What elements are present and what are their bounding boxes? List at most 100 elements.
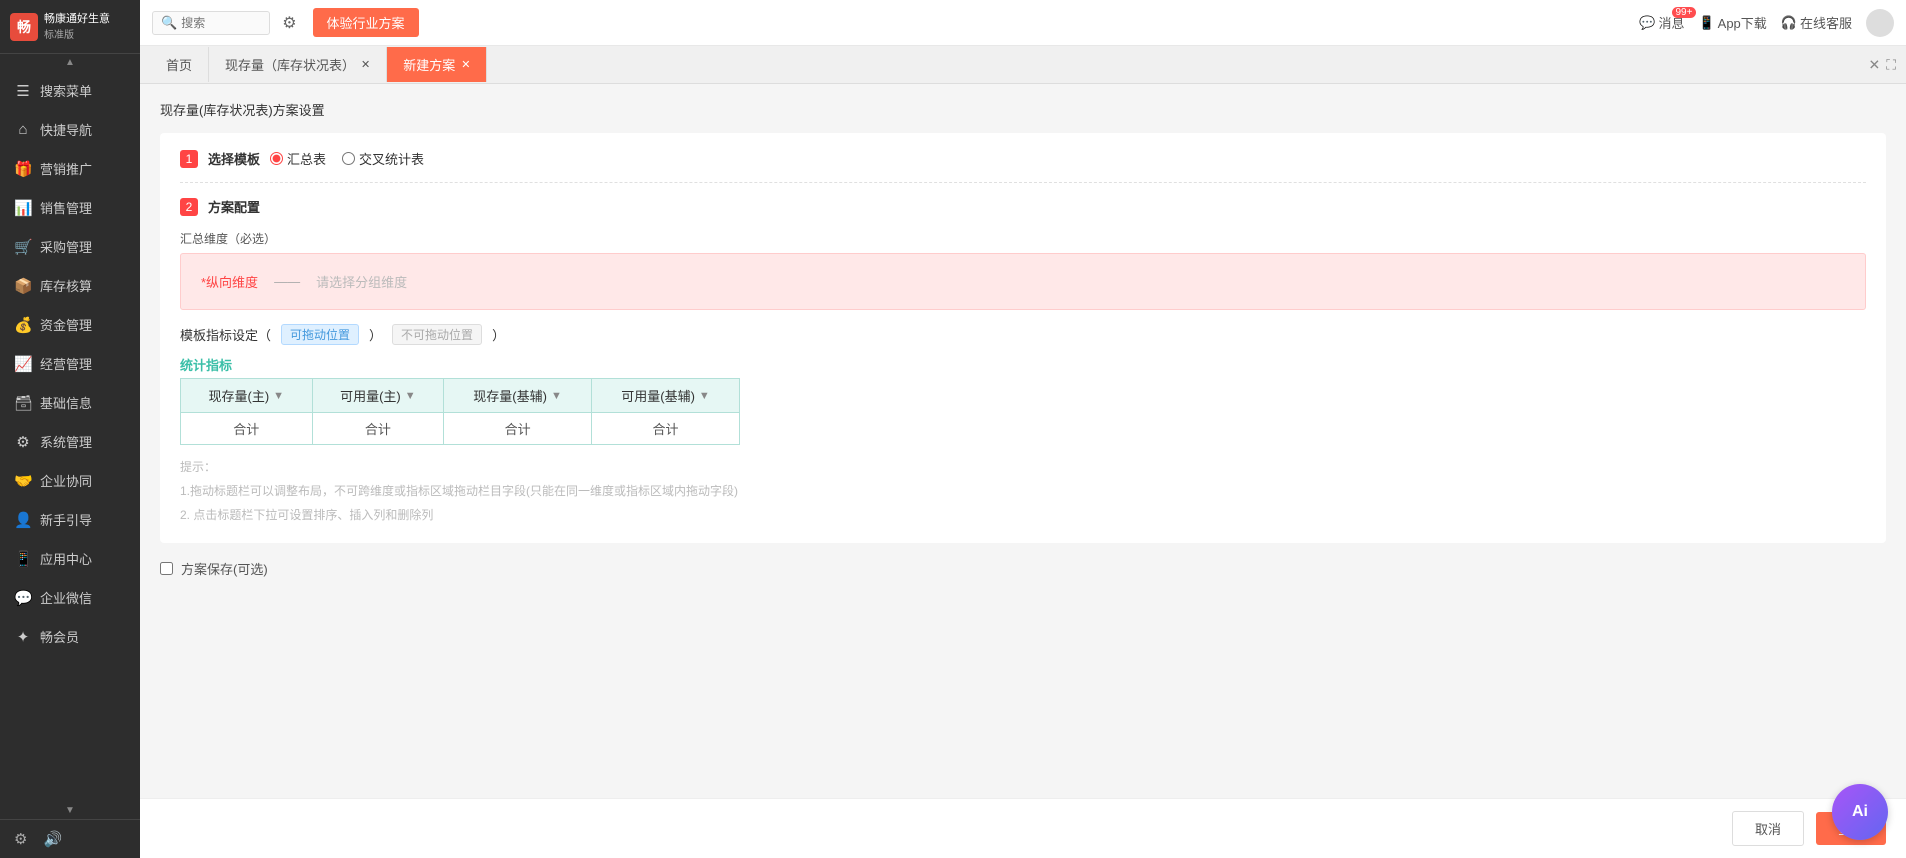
search-box[interactable]: 🔍 bbox=[152, 11, 270, 35]
step1-label: 选择模板 bbox=[208, 149, 260, 168]
topbar: 🔍 ⚙ 体验行业方案 💬 消息 99+ 📱 App下载 🎧 在线客服 bbox=[140, 0, 1906, 46]
sidebar-item-newcomer[interactable]: 👤 新手引导 bbox=[0, 500, 140, 539]
sidebar-item-label: 新手引导 bbox=[40, 510, 92, 529]
sidebar-scroll-down[interactable]: ▼ bbox=[0, 802, 140, 819]
radio-summary-input[interactable] bbox=[270, 152, 283, 165]
radio-cross-input[interactable] bbox=[342, 152, 355, 165]
online-service-action[interactable]: 🎧 在线客服 bbox=[1781, 13, 1852, 32]
sidebar-item-label: 畅会员 bbox=[40, 627, 79, 646]
sidebar-item-label: 资金管理 bbox=[40, 315, 92, 334]
cell-available-aux-sub: 合计 bbox=[592, 413, 740, 445]
ai-float-button[interactable]: Ai bbox=[1832, 784, 1888, 840]
cart-icon: 🛒 bbox=[14, 238, 32, 256]
headset-icon: 🎧 bbox=[1781, 15, 1797, 31]
save-scheme-label: 方案保存(可选) bbox=[181, 559, 268, 578]
close-new-scheme-icon[interactable]: ✕ bbox=[461, 58, 470, 71]
sidebar-item-label: 经营管理 bbox=[40, 354, 92, 373]
close-inventory-status-icon[interactable]: ✕ bbox=[361, 58, 370, 71]
topbar-right: 💬 消息 99+ 📱 App下载 🎧 在线客服 bbox=[1639, 9, 1894, 37]
user-avatar[interactable] bbox=[1866, 9, 1894, 37]
sidebar-item-enterprise-wechat[interactable]: 💬 企业微信 bbox=[0, 578, 140, 617]
sidebar-item-system[interactable]: ⚙ 系统管理 bbox=[0, 422, 140, 461]
scheme-section: 1 选择模板 汇总表 交叉统计表 2 方案配置 bbox=[160, 133, 1886, 543]
database-icon: 🗃 bbox=[14, 394, 32, 412]
sidebar-item-basic-info[interactable]: 🗃 基础信息 bbox=[0, 383, 140, 422]
radio-summary-label: 汇总表 bbox=[287, 149, 326, 168]
sidebar-item-operations[interactable]: 📈 经营管理 bbox=[0, 344, 140, 383]
bottom-bar: 取消 查询 bbox=[140, 798, 1906, 858]
app-download-action[interactable]: 📱 App下载 bbox=[1698, 13, 1766, 32]
dimension-required-label: *纵向维度 bbox=[201, 272, 258, 291]
sidebar-item-cooperation[interactable]: 🤝 企业协同 bbox=[0, 461, 140, 500]
tab-inventory-status[interactable]: 现存量（库存状况表） ✕ bbox=[209, 47, 387, 82]
step1-row: 1 选择模板 汇总表 交叉统计表 bbox=[180, 149, 1866, 168]
tab-new-scheme[interactable]: 新建方案 ✕ bbox=[387, 47, 487, 82]
sidebar-item-label: 系统管理 bbox=[40, 432, 92, 451]
sidebar-item-label: 企业协同 bbox=[40, 471, 92, 490]
col-present-aux-label: 现存量(基辅) bbox=[473, 386, 547, 405]
indicator-section-label: 统计指标 bbox=[180, 355, 1866, 374]
col-available-aux-dropdown[interactable]: ▼ bbox=[699, 390, 710, 402]
sidebar-item-search-menu[interactable]: ☰ 搜索菜单 bbox=[0, 71, 140, 110]
radio-summary[interactable]: 汇总表 bbox=[270, 149, 326, 168]
tips-section: 提示： 1.拖动标题栏可以调整布局，不可跨维度或指标区域拖动栏目字段(只能在同一… bbox=[180, 455, 1866, 527]
mobile-icon: 📱 bbox=[14, 550, 32, 568]
cancel-button[interactable]: 取消 bbox=[1732, 811, 1804, 846]
app-download-label: App下载 bbox=[1718, 13, 1767, 32]
content-area: 现存量(库存状况表)方案设置 1 选择模板 汇总表 交叉统计表 bbox=[140, 84, 1906, 798]
sidebar-footer: ⚙ 🔊 bbox=[0, 819, 140, 858]
sidebar-item-quick-nav[interactable]: ⌂ 快捷导航 bbox=[0, 110, 140, 149]
template-radio-group: 汇总表 交叉统计表 bbox=[270, 149, 424, 168]
expand-panel-button[interactable]: ⛶ bbox=[1886, 56, 1896, 73]
sidebar-item-member[interactable]: ✦ 畅会员 bbox=[0, 617, 140, 656]
sidebar-item-finance[interactable]: 💰 资金管理 bbox=[0, 305, 140, 344]
col-present-main-dropdown[interactable]: ▼ bbox=[273, 390, 284, 402]
radio-cross[interactable]: 交叉统计表 bbox=[342, 149, 424, 168]
step2-row: 2 方案配置 bbox=[180, 197, 1866, 216]
col-header-available-main[interactable]: 可用量(主) ▼ bbox=[312, 379, 444, 413]
dimension-box[interactable]: *纵向维度 —— 请选择分组维度 bbox=[180, 253, 1866, 310]
speaker-footer-icon[interactable]: 🔊 bbox=[43, 830, 62, 848]
chart-icon: 📊 bbox=[14, 199, 32, 217]
chat-icon: 💬 bbox=[14, 589, 32, 607]
tab-inventory-status-label: 现存量（库存状况表） bbox=[225, 55, 355, 74]
sidebar-item-marketing[interactable]: 🎁 营销推广 bbox=[0, 149, 140, 188]
step1-badge: 1 bbox=[180, 150, 198, 168]
online-service-label: 在线客服 bbox=[1800, 13, 1852, 32]
trial-button[interactable]: 体验行业方案 bbox=[313, 8, 419, 37]
dimension-arrow: —— bbox=[274, 274, 300, 289]
save-scheme-checkbox[interactable] bbox=[160, 562, 173, 575]
indicator-setting-label: 模板指标设定（ bbox=[180, 325, 271, 344]
topbar-settings-icon[interactable]: ⚙ bbox=[282, 13, 296, 33]
col-available-main-dropdown[interactable]: ▼ bbox=[405, 390, 416, 402]
sidebar-item-app-center[interactable]: 📱 应用中心 bbox=[0, 539, 140, 578]
radio-cross-label: 交叉统计表 bbox=[359, 149, 424, 168]
message-action[interactable]: 💬 消息 99+ bbox=[1639, 13, 1684, 32]
search-input[interactable] bbox=[181, 16, 261, 30]
tab-expand-controls: ✕ ⛶ bbox=[1868, 56, 1896, 73]
sidebar-nav: ☰ 搜索菜单 ⌂ 快捷导航 🎁 营销推广 📊 销售管理 🛒 采购管理 📦 库存核… bbox=[0, 71, 140, 802]
brand-edition: 标准版 bbox=[44, 26, 110, 41]
tab-home[interactable]: 首页 bbox=[150, 47, 209, 82]
col-header-present-main[interactable]: 现存量(主) ▼ bbox=[181, 379, 313, 413]
cell-present-main-sub: 合计 bbox=[181, 413, 313, 445]
col-header-available-aux[interactable]: 可用量(基辅) ▼ bbox=[592, 379, 740, 413]
col-available-main-label: 可用量(主) bbox=[340, 386, 401, 405]
sidebar-item-sales[interactable]: 📊 销售管理 bbox=[0, 188, 140, 227]
cell-present-aux-sub: 合计 bbox=[444, 413, 592, 445]
section-divider-1 bbox=[180, 182, 1866, 183]
handshake-icon: 🤝 bbox=[14, 472, 32, 490]
sidebar-item-inventory[interactable]: 📦 库存核算 bbox=[0, 266, 140, 305]
tabs-bar: 首页 现存量（库存状况表） ✕ 新建方案 ✕ ✕ ⛶ bbox=[140, 46, 1906, 84]
sidebar-item-label: 采购管理 bbox=[40, 237, 92, 256]
sidebar-scroll-up[interactable]: ▲ bbox=[0, 54, 140, 71]
col-header-present-aux[interactable]: 现存量(基辅) ▼ bbox=[444, 379, 592, 413]
page-title: 现存量(库存状况表)方案设置 bbox=[160, 100, 1886, 119]
sidebar-item-purchase[interactable]: 🛒 采购管理 bbox=[0, 227, 140, 266]
step2-label: 方案配置 bbox=[208, 197, 260, 216]
table-row-subtotal: 合计 合计 合计 合计 bbox=[181, 413, 740, 445]
close-panel-button[interactable]: ✕ bbox=[1868, 56, 1880, 73]
settings-footer-icon[interactable]: ⚙ bbox=[14, 830, 27, 848]
col-present-aux-dropdown[interactable]: ▼ bbox=[551, 390, 562, 402]
indicator-setting-end: ） bbox=[492, 325, 505, 344]
